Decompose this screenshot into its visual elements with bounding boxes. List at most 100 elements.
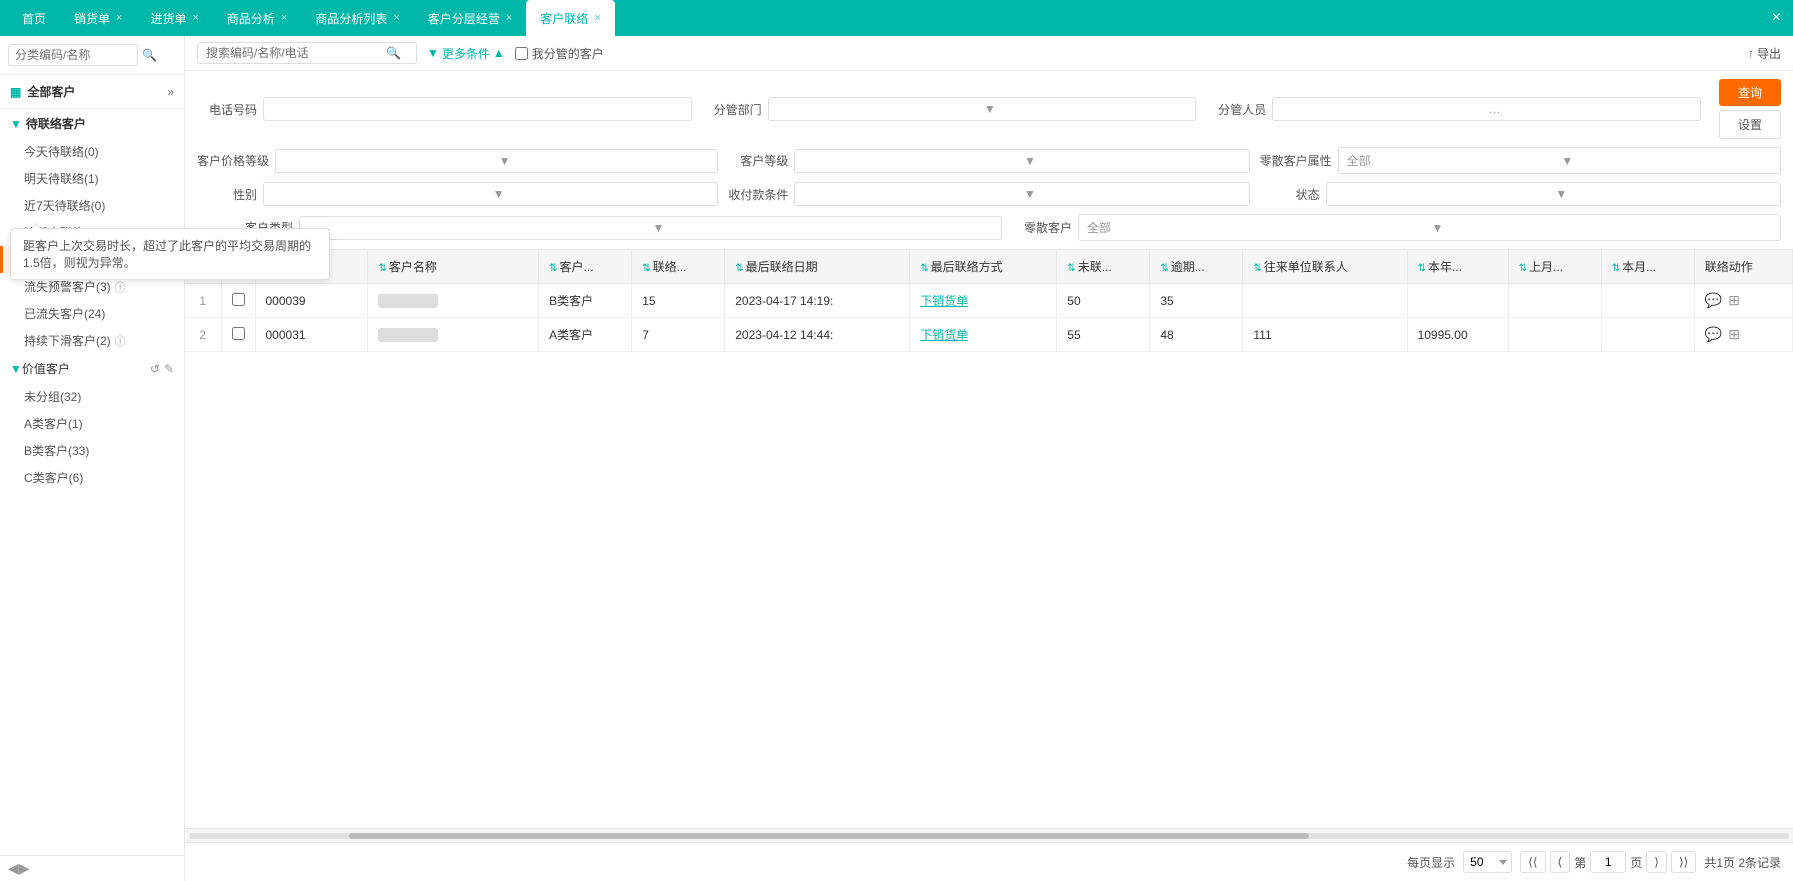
filter-bar: 🔍 ▼ 更多条件 ▲ 我分管的客户 ↑ 导出 bbox=[185, 36, 1793, 71]
sort-icon2: ⇅ bbox=[378, 263, 386, 274]
row-checkbox-1[interactable] bbox=[221, 284, 255, 318]
sidebar-all-customers-header[interactable]: ▦ 全部客户 » bbox=[0, 75, 184, 109]
th-this-year[interactable]: ⇅本年... bbox=[1407, 250, 1508, 284]
close-product-list-icon[interactable]: × bbox=[393, 12, 399, 24]
last-method-link-1[interactable]: 下销货单 bbox=[920, 294, 968, 308]
price-level-select[interactable]: ▼ bbox=[275, 149, 718, 173]
th-this-month[interactable]: ⇅本月... bbox=[1601, 250, 1694, 284]
close-all-tabs-button[interactable]: × bbox=[1772, 9, 1781, 27]
row-last-date-2: 2023-04-12 14:44: bbox=[725, 318, 910, 352]
nav-home[interactable]: 首页 bbox=[8, 0, 60, 36]
sidebar-item-ungrouped[interactable]: 未分组(32) bbox=[0, 383, 184, 410]
filter-phone-field: 电话号码 bbox=[197, 97, 692, 121]
horizontal-scrollbar[interactable] bbox=[185, 828, 1793, 842]
prev-page-button[interactable]: ⟨ bbox=[1550, 851, 1571, 873]
filter-search-icon[interactable]: 🔍 bbox=[386, 46, 401, 60]
last-page-button[interactable]: ⟩⟩ bbox=[1671, 851, 1696, 873]
th-last-contact-date[interactable]: ⇅最后联络日期 bbox=[725, 250, 910, 284]
retail-customer-select[interactable]: 全部 ▼ bbox=[1078, 214, 1781, 241]
close-purchase-icon[interactable]: × bbox=[192, 12, 198, 24]
more-icon-1[interactable]: ⊞ bbox=[1728, 292, 1740, 309]
th-contact-count[interactable]: ⇅联络... bbox=[632, 250, 725, 284]
row-2-checkbox[interactable] bbox=[232, 327, 245, 340]
th-customer-name[interactable]: ⇅客户名称 bbox=[368, 250, 539, 284]
th-contact-person[interactable]: ⇅往来单位联系人 bbox=[1243, 250, 1407, 284]
status-select[interactable]: ▼ bbox=[1326, 182, 1781, 206]
payment-select[interactable]: ▼ bbox=[794, 182, 1249, 206]
filter-row-3: 性别 ▼ 收付款条件 ▼ 状态 bbox=[197, 182, 1781, 206]
th-uncontacted[interactable]: ⇅未联... bbox=[1057, 250, 1150, 284]
sidebar-item-today-contact[interactable]: 今天待联络(0) bbox=[0, 138, 184, 165]
th-last-month[interactable]: ⇅上月... bbox=[1508, 250, 1601, 284]
row-last-method-1[interactable]: 下销货单 bbox=[910, 284, 1057, 318]
chat-icon-1[interactable]: 💬 bbox=[1705, 292, 1722, 309]
phone-input[interactable] bbox=[263, 97, 692, 121]
filter-customer-type-field: 客户类型 ▼ bbox=[233, 216, 1002, 240]
close-contact-icon[interactable]: × bbox=[594, 12, 600, 24]
nav-purchase-order[interactable]: 进货单 × bbox=[136, 0, 212, 36]
manager-select[interactable]: … bbox=[1272, 97, 1701, 121]
close-sales-order-icon[interactable]: × bbox=[116, 12, 122, 24]
collapse-sidebar-button[interactable]: » bbox=[167, 85, 174, 99]
nav-customer-contact[interactable]: 客户联络 × bbox=[526, 0, 614, 36]
chevron-down-icon2: … bbox=[1489, 102, 1692, 116]
more-icon-2[interactable]: ⊞ bbox=[1728, 326, 1740, 343]
first-page-button[interactable]: ⟨⟨ bbox=[1520, 851, 1545, 873]
th-last-contact-method[interactable]: ⇅最后联络方式 bbox=[910, 250, 1057, 284]
sidebar-item-7day-contact[interactable]: 近7天待联络(0) bbox=[0, 192, 184, 219]
next-page-button[interactable]: ⟩ bbox=[1646, 851, 1667, 873]
sidebar-group-waiting[interactable]: ▼ 待联络客户 bbox=[0, 109, 184, 138]
close-product-analysis-icon[interactable]: × bbox=[281, 12, 287, 24]
customer-level-select[interactable]: ▼ bbox=[794, 149, 1249, 173]
filter-search-box: 🔍 bbox=[197, 42, 417, 64]
filter-retail-customer-field: 零散客户 全部 ▼ bbox=[1012, 214, 1781, 241]
content-area: 🔍 ▼ 更多条件 ▲ 我分管的客户 ↑ 导出 电话号码 bbox=[185, 36, 1793, 881]
last-method-link-2[interactable]: 下销货单 bbox=[920, 328, 968, 342]
row-actions-1: 💬 ⊞ bbox=[1694, 284, 1792, 318]
page-size-select[interactable]: 10 20 50 100 bbox=[1463, 851, 1512, 873]
sidebar-item-already-lost[interactable]: 已流失客户(24) bbox=[0, 300, 184, 327]
filter-row-2: 客户价格等级 ▼ 客户等级 ▼ 零散客户属性 全部 bbox=[197, 147, 1781, 174]
filter-dept-field: 分管部门 ▼ bbox=[702, 97, 1197, 121]
sidebar-scroll-right-button[interactable]: ▶ bbox=[19, 860, 30, 877]
nav-product-analysis[interactable]: 商品分析 × bbox=[213, 0, 301, 36]
chat-icon-2[interactable]: 💬 bbox=[1705, 326, 1722, 343]
nav-product-analysis-list[interactable]: 商品分析列表 × bbox=[301, 0, 413, 36]
retail-attr-select[interactable]: 全部 ▼ bbox=[1338, 147, 1781, 174]
edit-icon[interactable]: ✎ bbox=[164, 362, 174, 376]
sidebar-item-declining[interactable]: 持续下滑客户(2) ⓘ bbox=[0, 327, 184, 354]
dept-select[interactable]: ▼ bbox=[768, 97, 1197, 121]
nav-sales-order[interactable]: 销货单 × bbox=[60, 0, 136, 36]
sidebar-search-button[interactable]: 🔍 bbox=[142, 48, 157, 62]
nav-customer-segment[interactable]: 客户分层经营 × bbox=[414, 0, 526, 36]
sidebar-item-a-class[interactable]: A类客户(1) bbox=[0, 410, 184, 437]
th-overdue[interactable]: ⇅逾期... bbox=[1150, 250, 1243, 284]
chevron-down-icon5: ▼ bbox=[1561, 154, 1772, 168]
sidebar-item-c-class[interactable]: C类客户(6) bbox=[0, 464, 184, 491]
my-customer-checkbox[interactable] bbox=[515, 47, 528, 60]
sidebar-scroll-left-button[interactable]: ◀ bbox=[8, 860, 19, 877]
row-last-method-2[interactable]: 下销货单 bbox=[910, 318, 1057, 352]
gender-select[interactable]: ▼ bbox=[263, 182, 718, 206]
filter-search-input[interactable] bbox=[206, 46, 386, 60]
table-container[interactable]: ⚙ ⇅客户编码 ⇅客户名称 ⇅客户... ⇅联络... ⇅最后联络日期 ⇅最后联… bbox=[185, 250, 1793, 828]
row-checkbox-2[interactable] bbox=[221, 318, 255, 352]
filter-my-customer-area: 我分管的客户 bbox=[515, 45, 604, 62]
customer-type-select[interactable]: ▼ bbox=[299, 216, 1002, 240]
page-number-input[interactable] bbox=[1590, 851, 1626, 873]
row-this-month-1 bbox=[1601, 284, 1694, 318]
sidebar-bottom: ◀ ▶ bbox=[0, 855, 184, 881]
row-1-checkbox[interactable] bbox=[232, 293, 245, 306]
refresh-icon[interactable]: ↺ bbox=[150, 362, 160, 376]
sidebar-item-b-class[interactable]: B类客户(33) bbox=[0, 437, 184, 464]
settings-button[interactable]: 设置 bbox=[1719, 110, 1781, 139]
th-customer-type[interactable]: ⇅客户... bbox=[539, 250, 632, 284]
row-overdue-1: 35 bbox=[1150, 284, 1243, 318]
scrollbar-thumb[interactable] bbox=[349, 833, 1309, 839]
sidebar-search-input[interactable] bbox=[8, 44, 138, 66]
sidebar-item-tomorrow-contact[interactable]: 明天待联络(1) bbox=[0, 165, 184, 192]
filter-more-conditions-button[interactable]: ▼ 更多条件 ▲ bbox=[427, 45, 505, 62]
close-segment-icon[interactable]: × bbox=[506, 12, 512, 24]
export-button[interactable]: ↑ 导出 bbox=[1748, 45, 1781, 62]
query-button[interactable]: 查询 bbox=[1719, 79, 1781, 106]
